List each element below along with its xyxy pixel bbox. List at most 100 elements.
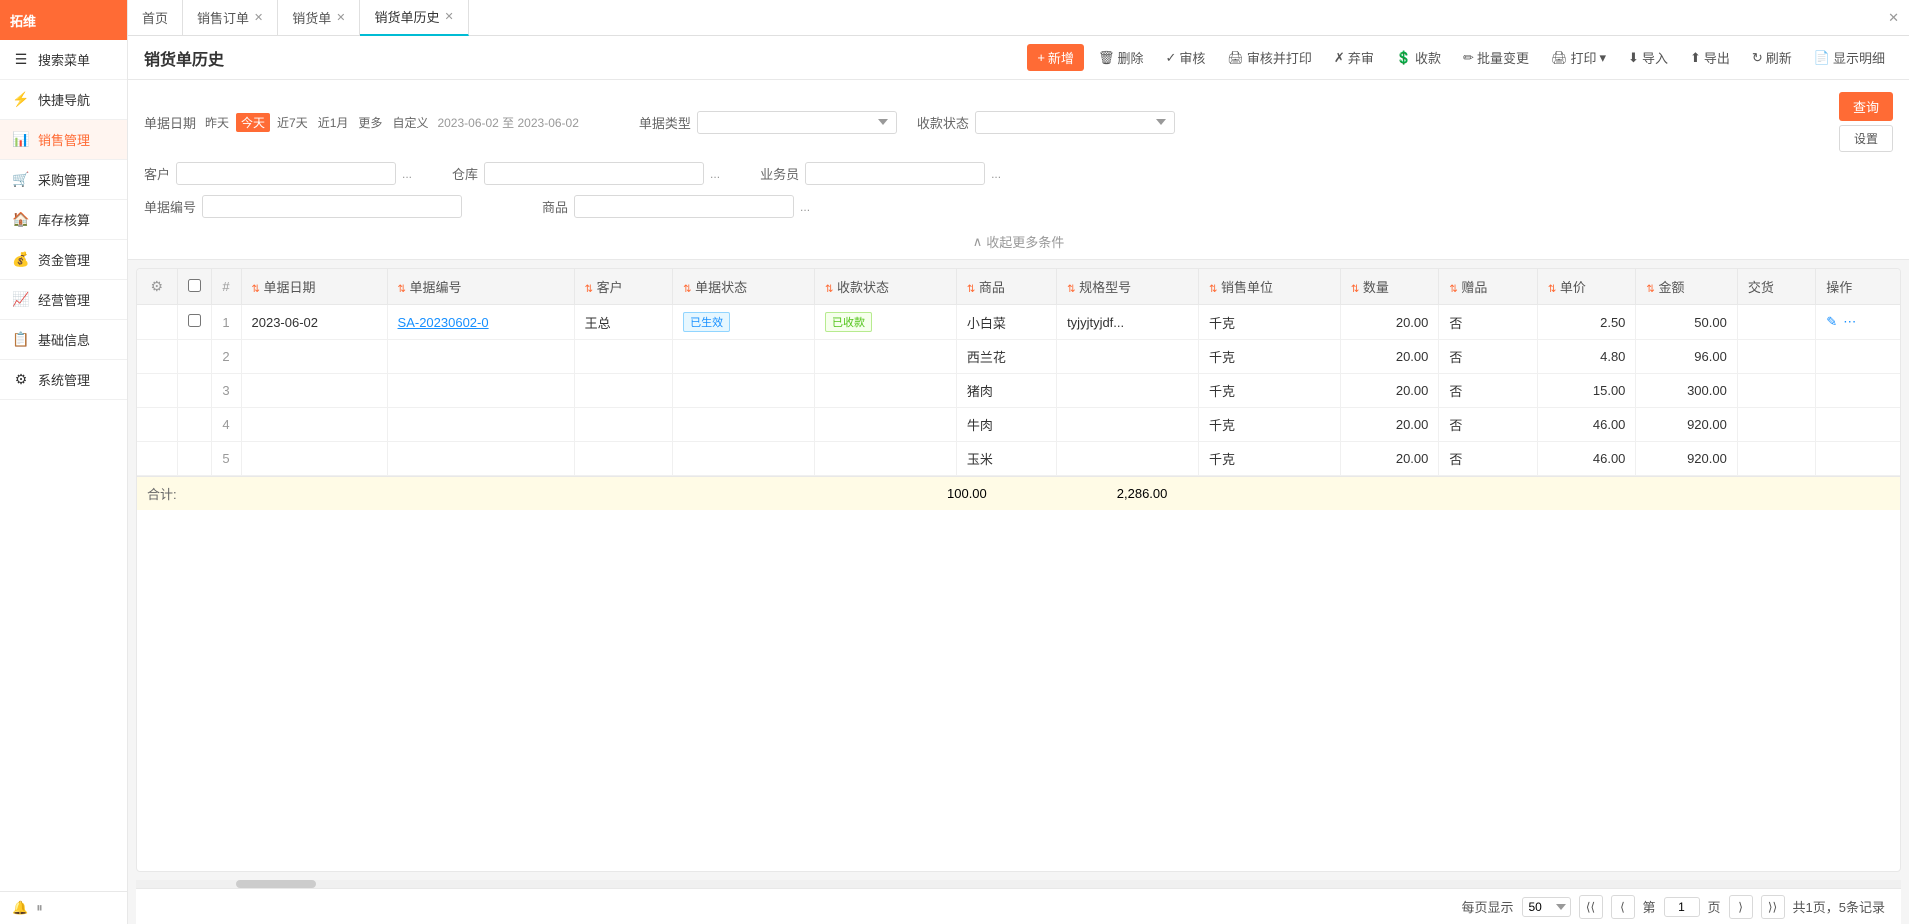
- warehouse-input[interactable]: [484, 162, 704, 185]
- collapse-icon[interactable]: ⏸: [36, 900, 43, 916]
- salesperson-input[interactable]: [805, 162, 985, 185]
- col-date[interactable]: ⇅ 单据日期: [241, 269, 387, 305]
- sidebar-item-system[interactable]: ⚙ 系统管理: [0, 360, 127, 400]
- tab-close-sales-goods[interactable]: ✕: [336, 11, 345, 24]
- tab-home[interactable]: 首页: [128, 0, 183, 36]
- order-type-select[interactable]: [697, 111, 897, 134]
- abandon-button[interactable]: ✗ 弃审: [1326, 44, 1382, 71]
- goods-input[interactable]: [574, 195, 794, 218]
- sidebar-item-inventory[interactable]: 🏠 库存核算: [0, 200, 127, 240]
- col-customer[interactable]: ⇅ 客户: [574, 269, 673, 305]
- col-gift[interactable]: ⇅ 赠品: [1439, 269, 1538, 305]
- export-button[interactable]: ⬆ 导出: [1682, 44, 1738, 71]
- order-no-input[interactable]: [202, 195, 462, 218]
- sidebar-item-finance[interactable]: 💰 资金管理: [0, 240, 127, 280]
- row-checkbox[interactable]: [177, 442, 211, 476]
- row-checkbox[interactable]: [177, 305, 211, 340]
- col-order-status[interactable]: ⇅ 单据状态: [673, 269, 815, 305]
- row-order-no[interactable]: [387, 374, 574, 408]
- audit-print-button[interactable]: 🖨 审核并打印: [1219, 44, 1320, 71]
- collapse-button[interactable]: ∧ 收起更多条件: [144, 228, 1893, 251]
- col-amount[interactable]: ⇅ 金额: [1636, 269, 1737, 305]
- audit-button[interactable]: ✓ 审核: [1157, 44, 1213, 71]
- date-btn-today[interactable]: 今天: [236, 113, 270, 132]
- new-button[interactable]: + 新增: [1027, 44, 1084, 71]
- filter-date: 单据日期 昨天 今天 近7天 近1月 更多 自定义 2023-06-02 至 2…: [144, 113, 579, 132]
- row-gear: [137, 305, 177, 340]
- sidebar-item-basic[interactable]: 📋 基础信息: [0, 320, 127, 360]
- row-customer: [574, 374, 673, 408]
- row-checkbox[interactable]: [177, 340, 211, 374]
- col-gear[interactable]: ⚙: [137, 269, 177, 305]
- show-detail-button[interactable]: 📄 显示明细: [1806, 44, 1893, 71]
- row-order-no[interactable]: [387, 340, 574, 374]
- scrollbar-thumb[interactable]: [236, 880, 316, 888]
- print-button[interactable]: 🖨 打印 ▾: [1543, 44, 1614, 71]
- row-checkbox[interactable]: [177, 374, 211, 408]
- row-order-no[interactable]: SA-20230602-0: [387, 305, 574, 340]
- date-btn-1month[interactable]: 近1月: [315, 113, 352, 132]
- sidebar-item-label: 库存核算: [38, 210, 90, 229]
- col-payment-status[interactable]: ⇅ 收款状态: [815, 269, 957, 305]
- query-button[interactable]: 查询: [1839, 92, 1893, 121]
- row-gift: 否: [1439, 374, 1538, 408]
- col-spec[interactable]: ⇅ 规格型号: [1057, 269, 1199, 305]
- setting-button[interactable]: 设置: [1839, 125, 1893, 152]
- table-row: 4 牛肉 千克 20.00 否 46.00 920.00: [137, 408, 1900, 442]
- sidebar-bottom: 🔔 ⏸: [0, 891, 127, 924]
- goods-lookup-icon[interactable]: ...: [800, 200, 810, 214]
- tab-close-sales-history[interactable]: ✕: [445, 10, 454, 23]
- sidebar-item-purchase[interactable]: 🛒 采购管理: [0, 160, 127, 200]
- date-btn-7days[interactable]: 近7天: [274, 113, 311, 132]
- page-title: 销货单历史: [144, 46, 224, 70]
- tab-close-sales-order[interactable]: ✕: [254, 11, 263, 24]
- sidebar-item-operation[interactable]: 📈 经营管理: [0, 280, 127, 320]
- horizontal-scrollbar[interactable]: [136, 880, 1901, 888]
- date-btn-more[interactable]: 更多: [355, 113, 385, 132]
- row-date: [241, 408, 387, 442]
- tab-sales-order[interactable]: 销售订单 ✕: [183, 0, 278, 36]
- next-page-button[interactable]: ⟩: [1729, 895, 1753, 919]
- col-qty[interactable]: ⇅ 数量: [1340, 269, 1439, 305]
- refresh-button[interactable]: ↻ 刷新: [1744, 44, 1800, 71]
- sidebar-item-search[interactable]: ☰ 搜索菜单: [0, 40, 127, 80]
- col-goods[interactable]: ⇅ 商品: [956, 269, 1056, 305]
- select-all-checkbox[interactable]: [188, 279, 201, 292]
- row-date: [241, 340, 387, 374]
- tab-bar-close[interactable]: ✕: [1878, 10, 1909, 26]
- gear-icon[interactable]: ⚙: [150, 278, 163, 294]
- sidebar-item-sales[interactable]: 📊 销售管理: [0, 120, 127, 160]
- row-checkbox[interactable]: [177, 408, 211, 442]
- salesperson-lookup-icon[interactable]: ...: [991, 167, 1001, 181]
- first-page-button[interactable]: ⟨⟨: [1579, 895, 1603, 919]
- customer-lookup-icon[interactable]: ...: [402, 167, 412, 181]
- import-button[interactable]: ⬇ 导入: [1620, 44, 1676, 71]
- row-number: 5: [211, 442, 241, 476]
- row-order-no[interactable]: [387, 408, 574, 442]
- col-unit[interactable]: ⇅ 销售单位: [1198, 269, 1340, 305]
- row-order-no[interactable]: [387, 442, 574, 476]
- sidebar-item-quicknav[interactable]: ⚡ 快捷导航: [0, 80, 127, 120]
- notification-icon[interactable]: 🔔: [12, 900, 28, 916]
- delete-icon: 🗑: [1098, 50, 1115, 66]
- warehouse-lookup-icon[interactable]: ...: [710, 167, 720, 181]
- prev-page-button[interactable]: ⟨: [1611, 895, 1635, 919]
- delete-button[interactable]: 🗑 删除: [1090, 44, 1152, 71]
- more-action[interactable]: ⋯: [1843, 314, 1856, 329]
- page-number-input[interactable]: [1664, 897, 1700, 917]
- payment-status-select[interactable]: [975, 111, 1175, 134]
- batch-change-button[interactable]: ✏ 批量变更: [1455, 44, 1537, 71]
- collect-button[interactable]: 💲 收款: [1388, 44, 1449, 71]
- last-page-button[interactable]: ⟩⟩: [1761, 895, 1785, 919]
- system-icon: ⚙: [12, 371, 30, 388]
- col-order-no[interactable]: ⇅ 单据编号: [387, 269, 574, 305]
- tab-sales-goods[interactable]: 销货单 ✕: [278, 0, 360, 36]
- page-header: 销货单历史 + 新增 🗑 删除 ✓ 审核 🖨 审核并打印: [128, 36, 1909, 80]
- page-size-select[interactable]: 20 50 100: [1522, 897, 1571, 917]
- date-btn-custom[interactable]: 自定义: [389, 113, 431, 132]
- date-btn-yesterday[interactable]: 昨天: [202, 113, 232, 132]
- customer-input[interactable]: [176, 162, 396, 185]
- col-unit-price[interactable]: ⇅ 单价: [1537, 269, 1636, 305]
- edit-action[interactable]: ✎: [1826, 314, 1837, 329]
- tab-sales-history[interactable]: 销货单历史 ✕: [360, 0, 468, 36]
